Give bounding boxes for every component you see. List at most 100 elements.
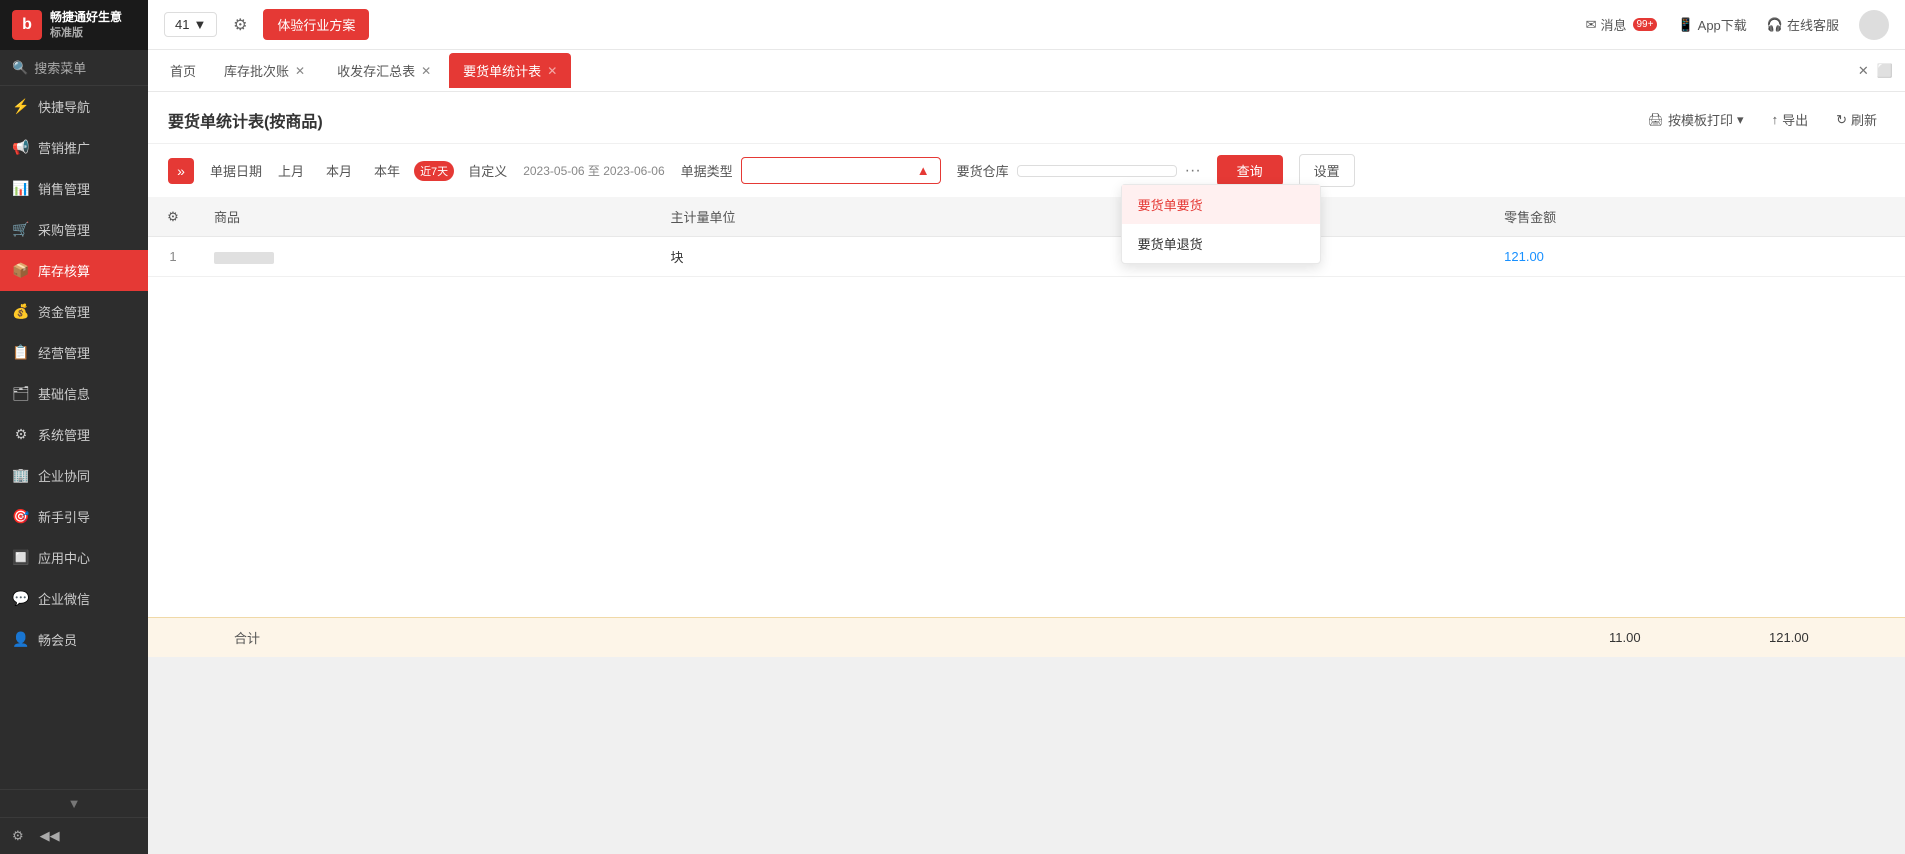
sidebar-item-inventory[interactable]: 📦 库存核算 bbox=[0, 250, 148, 291]
empty-area bbox=[148, 277, 1905, 617]
chevron-down-icon: ▼ bbox=[193, 17, 206, 32]
topbar: 41 ▼ ⚙ 体验行业方案 ✉ 消息 99+ 📱 App下载 🎧 在线客服 bbox=[148, 0, 1905, 50]
type-select[interactable]: ▲ bbox=[741, 157, 941, 184]
product-placeholder bbox=[214, 252, 274, 264]
settings-button[interactable]: 设置 bbox=[1299, 154, 1355, 187]
date-tabs: 上月 本月 本年 近7天 自定义 bbox=[270, 158, 515, 183]
sidebar-item-wechat[interactable]: 💬 企业微信 bbox=[0, 578, 148, 619]
account-selector[interactable]: 41 ▼ bbox=[164, 12, 217, 37]
messages-button[interactable]: ✉ 消息 99+ bbox=[1586, 15, 1658, 34]
tab-close-all-icon[interactable]: ✕ bbox=[1858, 63, 1869, 79]
type-option-order[interactable]: 要货单要货 bbox=[1122, 185, 1320, 224]
member-icon: 👤 bbox=[12, 631, 30, 649]
app-download-button[interactable]: 📱 App下载 bbox=[1677, 15, 1746, 34]
sidebar-scroll-down[interactable]: ▼ bbox=[0, 789, 148, 817]
sidebar-item-finance[interactable]: 💰 资金管理 bbox=[0, 291, 148, 332]
tab-order-stats[interactable]: 要货单统计表 ✕ bbox=[449, 53, 571, 88]
table-wrap: ⚙ 商品 主计量单位 主数量 零售金额 1 块 11.00 bbox=[148, 197, 1905, 277]
date-tab-current[interactable]: 本月 bbox=[318, 158, 360, 183]
col-unit: 主计量单位 bbox=[654, 197, 1135, 237]
sidebar-collapse-btn[interactable]: ◀◀ bbox=[40, 828, 60, 844]
footer-amount-col: 121.00 bbox=[1769, 630, 1889, 645]
service-icon: 🎧 bbox=[1767, 17, 1783, 33]
gear-button[interactable]: ⚙ bbox=[225, 10, 255, 40]
purchase-icon: 🛒 bbox=[12, 221, 30, 239]
tab-receive-summary[interactable]: 收发存汇总表 ✕ bbox=[323, 53, 445, 88]
sidebar-item-member[interactable]: 👤 畅会员 bbox=[0, 619, 148, 660]
type-option-return[interactable]: 要货单退货 bbox=[1122, 224, 1320, 263]
tab-close-receive-summary[interactable]: ✕ bbox=[421, 64, 431, 78]
sidebar-item-system[interactable]: ⚙ 系统管理 bbox=[0, 414, 148, 455]
row-unit: 块 bbox=[654, 237, 1135, 277]
enterprise-icon: 🏢 bbox=[12, 467, 30, 485]
tab-close-order-stats[interactable]: ✕ bbox=[547, 64, 557, 78]
export-icon: ↑ bbox=[1772, 112, 1779, 127]
sidebar-item-apps[interactable]: 🔲 应用中心 bbox=[0, 537, 148, 578]
tab-maximize-icon[interactable]: ⬜ bbox=[1877, 63, 1893, 79]
table-row: 1 块 11.00 121.00 bbox=[148, 237, 1905, 277]
row-product bbox=[198, 237, 654, 277]
page-actions: 🖨 按模板打印 ▾ ↑ 导出 ↻ 刷新 bbox=[1640, 106, 1886, 133]
main-area: 41 ▼ ⚙ 体验行业方案 ✉ 消息 99+ 📱 App下载 🎧 在线客服 bbox=[148, 0, 1905, 854]
footer-quantity-col: 11.00 bbox=[1609, 630, 1729, 645]
page: 要货单统计表(按商品) 🖨 按模板打印 ▾ ↑ 导出 ↻ 刷新 bbox=[148, 92, 1905, 657]
operations-icon: 📋 bbox=[12, 344, 30, 362]
query-button[interactable]: 查询 bbox=[1217, 155, 1283, 186]
row-amount[interactable]: 121.00 bbox=[1488, 237, 1905, 277]
warehouse-select[interactable] bbox=[1017, 165, 1177, 177]
base-icon: 🗂 bbox=[12, 385, 30, 403]
table-header: ⚙ 商品 主计量单位 主数量 零售金额 bbox=[148, 197, 1905, 237]
tab-inventory-batch[interactable]: 库存批次账 ✕ bbox=[210, 53, 319, 88]
sidebar-settings-icon[interactable]: ⚙ bbox=[12, 828, 24, 844]
page-title: 要货单统计表(按商品) bbox=[168, 108, 323, 132]
col-settings[interactable]: ⚙ bbox=[148, 197, 198, 237]
col-amount: 零售金额 bbox=[1488, 197, 1905, 237]
footer-total: 合计 bbox=[234, 628, 260, 647]
sidebar: b 畅捷通好生意 标准版 🔍 搜索菜单 ⚡ 快捷导航 📢 营销推广 📊 销售管理… bbox=[0, 0, 148, 854]
user-avatar[interactable] bbox=[1859, 10, 1889, 40]
tabbar: 首页 库存批次账 ✕ 收发存汇总表 ✕ 要货单统计表 ✕ ✕ ⬜ bbox=[148, 50, 1905, 92]
topbar-left: 41 ▼ ⚙ 体验行业方案 bbox=[164, 9, 1574, 40]
table-footer: 合计 11.00 121.00 bbox=[148, 617, 1905, 657]
refresh-button[interactable]: ↻ 刷新 bbox=[1828, 106, 1885, 133]
expand-filter-button[interactable]: » bbox=[168, 158, 194, 184]
logo-icon: b bbox=[12, 10, 42, 40]
data-table: ⚙ 商品 主计量单位 主数量 零售金额 1 块 11.00 bbox=[148, 197, 1905, 277]
quick-nav-icon: ⚡ bbox=[12, 98, 30, 116]
date-range-display: 2023-05-06 至 2023-06-06 bbox=[523, 162, 664, 179]
date-filter-group: 单据日期 上月 本月 本年 近7天 自定义 2023-05-06 至 2023-… bbox=[210, 158, 665, 183]
online-service-button[interactable]: 🎧 在线客服 bbox=[1767, 15, 1839, 34]
footer-amount: 121.00 bbox=[1769, 630, 1809, 645]
date-tab-year[interactable]: 本年 bbox=[366, 158, 408, 183]
trial-button[interactable]: 体验行业方案 bbox=[263, 9, 369, 40]
sidebar-item-enterprise[interactable]: 🏢 企业协同 bbox=[0, 455, 148, 496]
tab-actions: ✕ ⬜ bbox=[1858, 63, 1893, 79]
print-button[interactable]: 🖨 按模板打印 ▾ bbox=[1640, 106, 1752, 133]
sidebar-item-operations[interactable]: 📋 经营管理 bbox=[0, 332, 148, 373]
system-icon: ⚙ bbox=[12, 426, 30, 444]
wechat-icon: 💬 bbox=[12, 590, 30, 608]
date-tab-last7[interactable]: 近7天 bbox=[414, 161, 454, 181]
sidebar-item-base[interactable]: 🗂 基础信息 bbox=[0, 373, 148, 414]
sidebar-item-guide[interactable]: 🎯 新手引导 bbox=[0, 496, 148, 537]
sidebar-item-sales[interactable]: 📊 销售管理 bbox=[0, 168, 148, 209]
chevron-up-icon: ▲ bbox=[917, 163, 930, 178]
tab-close-inventory-batch[interactable]: ✕ bbox=[295, 64, 305, 78]
warehouse-filter-label: 要货仓库 bbox=[957, 161, 1009, 180]
chevron-down-icon: ▾ bbox=[1737, 112, 1744, 128]
row-no: 1 bbox=[148, 237, 198, 277]
sidebar-item-marketing[interactable]: 📢 营销推广 bbox=[0, 127, 148, 168]
sidebar-bottom: ⚙ ◀◀ bbox=[0, 817, 148, 854]
refresh-icon: ↻ bbox=[1836, 112, 1847, 128]
export-button[interactable]: ↑ 导出 bbox=[1764, 106, 1817, 133]
sidebar-item-purchase[interactable]: 🛒 采购管理 bbox=[0, 209, 148, 250]
date-tab-custom[interactable]: 自定义 bbox=[460, 158, 515, 183]
search-menu[interactable]: 🔍 搜索菜单 bbox=[0, 50, 148, 86]
date-tab-up[interactable]: 上月 bbox=[270, 158, 312, 183]
type-filter-label: 单据类型 bbox=[681, 161, 733, 180]
page-header: 要货单统计表(按商品) 🖨 按模板打印 ▾ ↑ 导出 ↻ 刷新 bbox=[148, 92, 1905, 143]
app-logo: b 畅捷通好生意 标准版 bbox=[0, 0, 148, 50]
tab-home[interactable]: 首页 bbox=[160, 53, 206, 88]
sidebar-item-quick-nav[interactable]: ⚡ 快捷导航 bbox=[0, 86, 148, 127]
filter-more-button[interactable]: ··· bbox=[1185, 162, 1201, 180]
